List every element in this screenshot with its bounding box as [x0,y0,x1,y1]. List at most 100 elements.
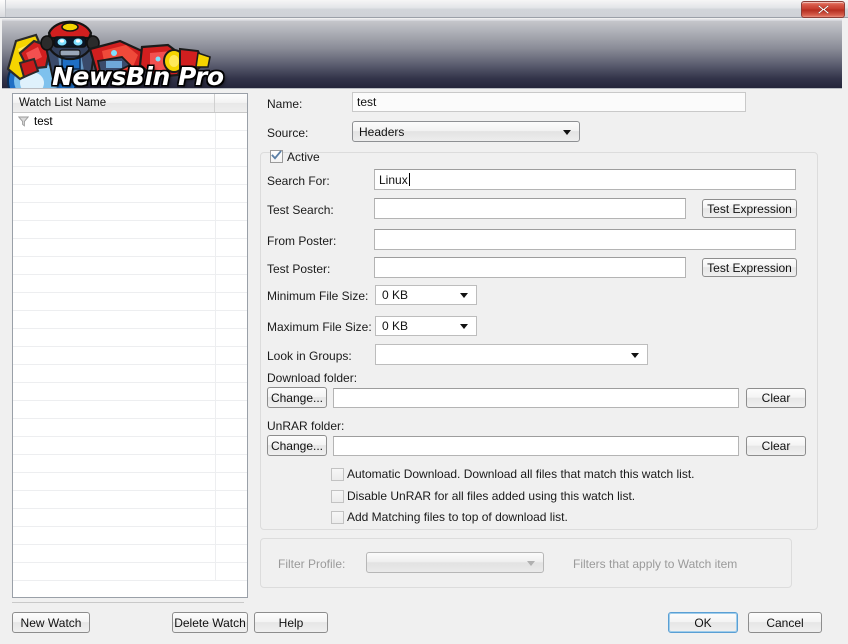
watch-list-empty-row[interactable] [13,491,247,509]
active-label: Active [287,150,320,164]
active-checkbox[interactable] [270,150,283,163]
look-in-groups-label: Look in Groups: [267,349,352,363]
watch-list-empty-row[interactable] [13,257,247,275]
watch-list-empty-row[interactable] [13,383,247,401]
look-in-groups-select[interactable] [375,344,648,365]
watch-list-empty-row[interactable] [13,527,247,545]
filter-profile-select[interactable] [366,552,544,573]
download-folder-clear-button[interactable]: Clear [746,388,806,408]
row-column-divider [215,149,216,166]
watch-option-label-3: Add Matching files to top of download li… [347,510,568,524]
app-logo-text: NewsBin Pro [52,62,224,89]
test-search-label: Test Search: [267,203,334,217]
text-caret [408,173,410,186]
unrar-folder-change-button[interactable]: Change... [267,435,327,456]
from-poster-label: From Poster: [267,234,337,248]
delete-watch-button[interactable]: Delete Watch [172,612,248,633]
row-column-divider [215,167,216,184]
name-input-value: test [357,95,377,109]
name-label: Name: [267,97,303,111]
watch-list-empty-row[interactable] [13,167,247,185]
row-column-divider [215,311,216,328]
watch-list-empty-row[interactable] [13,419,247,437]
row-column-divider [215,473,216,490]
row-column-divider [215,365,216,382]
test-expression-poster-button[interactable]: Test Expression [702,258,797,277]
unrar-folder-label: UnRAR folder: [267,419,345,433]
watch-list-empty-row[interactable] [13,275,247,293]
search-for-input-value: Linux [379,172,408,187]
watch-option-checkbox-1[interactable] [331,468,344,481]
chevron-down-icon [563,129,571,135]
new-watch-button[interactable]: New Watch [12,612,90,633]
minimum-file-size-value: 0 KB [382,288,409,302]
watch-list-empty-row[interactable] [13,455,247,473]
watch-option-checkbox-3[interactable] [331,511,344,524]
row-column-divider [215,545,216,562]
watch-option-label-2: Disable UnRAR for all files added using … [347,489,636,503]
watch-list-empty-row[interactable] [13,203,247,221]
name-input[interactable]: test [352,92,746,112]
maximum-file-size-label: Maximum File Size: [267,320,372,334]
row-column-divider [215,185,216,202]
search-for-label: Search For: [267,174,330,188]
watch-option-checkbox-2[interactable] [331,490,344,503]
watch-list-empty-row[interactable] [13,401,247,419]
test-poster-input[interactable] [374,257,686,278]
watch-list-empty-row[interactable] [13,311,247,329]
watch-list-item[interactable]: test [13,113,247,131]
download-folder-change-button[interactable]: Change... [267,387,327,408]
row-column-divider [215,239,216,256]
download-folder-input[interactable] [333,388,739,408]
close-button[interactable] [801,1,845,18]
app-banner: NewsBin Pro [2,19,842,89]
watch-option-label-1: Automatic Download. Download all files t… [347,467,695,481]
test-search-input[interactable] [374,198,686,219]
watch-list-empty-row[interactable] [13,293,247,311]
watch-list-empty-row[interactable] [13,221,247,239]
close-icon [817,4,829,15]
cancel-button[interactable]: Cancel [748,612,822,633]
row-column-divider [215,437,216,454]
minimum-file-size-select[interactable]: 0 KB [375,285,477,305]
chevron-down-icon [460,293,468,298]
row-column-divider [215,203,216,220]
watch-list-empty-row[interactable] [13,149,247,167]
search-for-input[interactable]: Linux [374,169,796,190]
row-column-divider [215,401,216,418]
watch-list-empty-row[interactable] [13,329,247,347]
source-select[interactable]: Headers [352,121,580,142]
unrar-folder-clear-button[interactable]: Clear [746,436,806,456]
watch-list-empty-row[interactable] [13,437,247,455]
source-label: Source: [267,126,309,140]
row-column-divider [215,419,216,436]
watch-list-header: Watch List Name [13,94,247,113]
row-column-divider [215,275,216,292]
ok-button[interactable]: OK [668,612,738,633]
watch-list-empty-row[interactable] [13,509,247,527]
unrar-folder-input[interactable] [333,436,739,456]
row-column-divider [215,347,216,364]
watch-list-empty-row[interactable] [13,365,247,383]
from-poster-input[interactable] [374,229,796,250]
maximum-file-size-select[interactable]: 0 KB [375,316,477,336]
help-button[interactable]: Help [254,612,328,633]
watch-list-empty-row[interactable] [13,347,247,365]
column-header-watch-list-name[interactable]: Watch List Name [13,94,215,112]
row-column-divider [215,383,216,400]
watch-list-empty-row[interactable] [13,239,247,257]
watch-list-panel[interactable]: Watch List Name test [12,93,248,598]
watch-list-empty-row[interactable] [13,131,247,149]
watch-list-empty-row[interactable] [13,563,247,581]
row-column-divider [215,329,216,346]
title-bar-left-edge [0,0,6,17]
column-header-secondary[interactable] [215,94,247,112]
title-bar [0,0,848,18]
test-poster-label: Test Poster: [267,262,331,276]
watch-list-empty-row[interactable] [13,185,247,203]
watch-list-empty-row[interactable] [13,545,247,563]
source-select-value: Headers [359,124,405,139]
test-expression-search-button[interactable]: Test Expression [702,199,797,218]
watch-list-empty-row[interactable] [13,473,247,491]
row-column-divider [215,257,216,274]
